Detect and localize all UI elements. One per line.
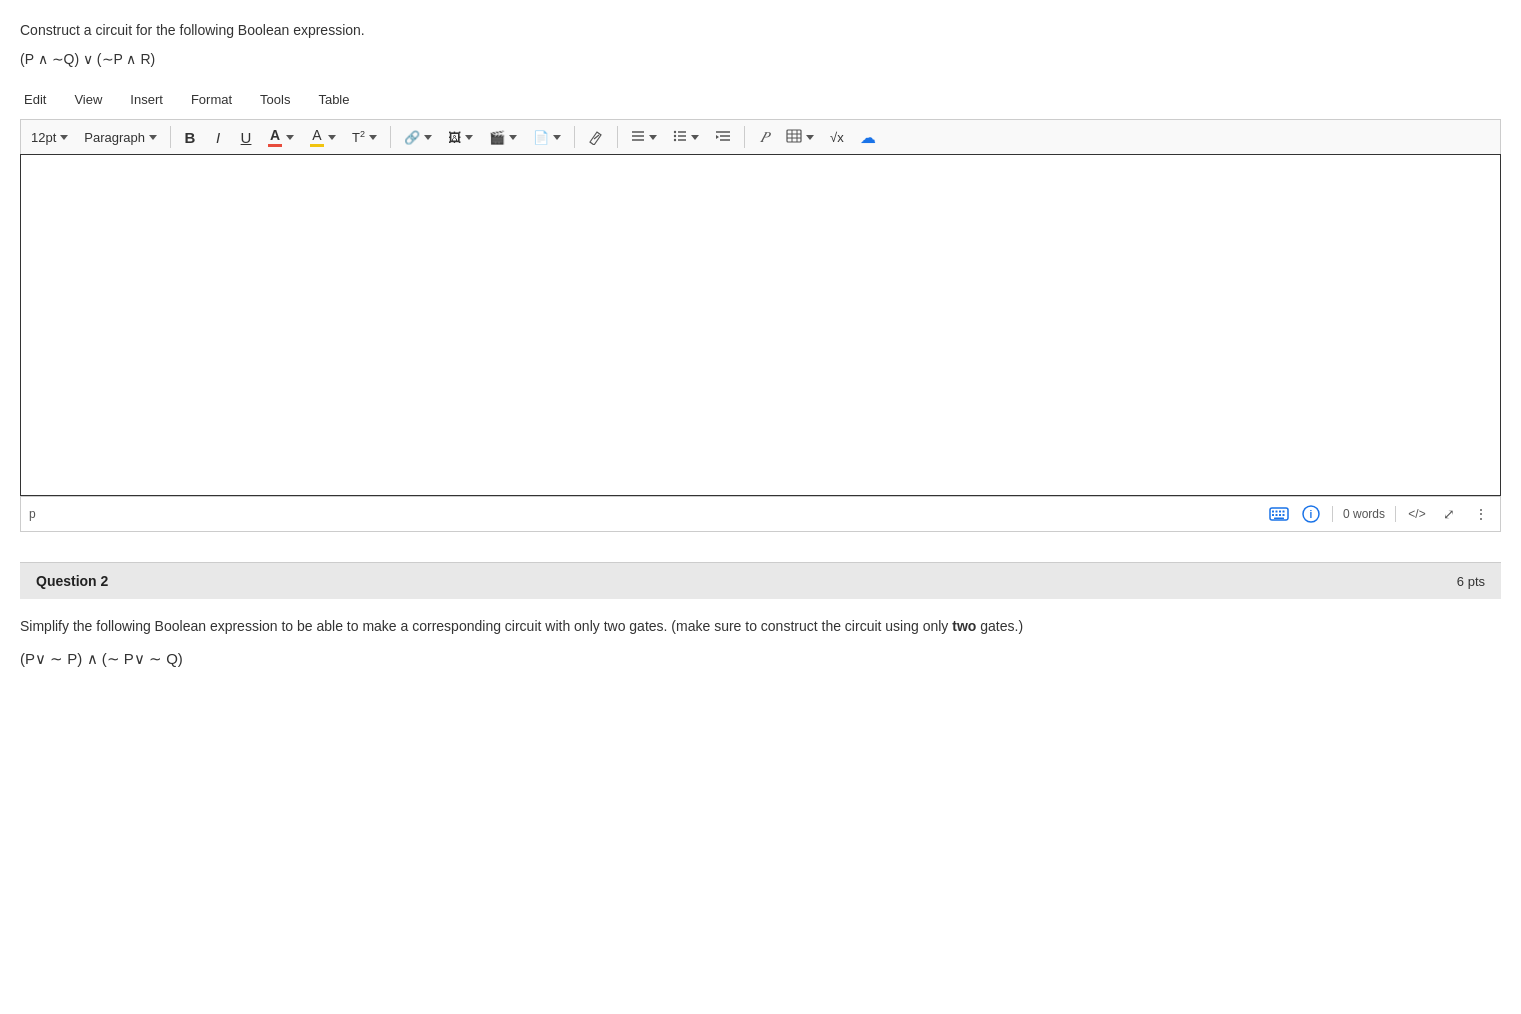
image-icon: 🖼 — [448, 130, 461, 145]
keyboard-icon[interactable] — [1268, 503, 1290, 525]
superscript-dropdown[interactable]: T2 — [346, 124, 383, 150]
underline-button[interactable]: U — [234, 124, 258, 150]
separator-4 — [617, 126, 618, 148]
italic-button[interactable]: I — [206, 124, 230, 150]
status-bar: p — [20, 496, 1501, 532]
element-tag: p — [29, 507, 36, 521]
media-dropdown[interactable]: 🎬 — [483, 124, 523, 150]
svg-point-8 — [674, 138, 676, 140]
menu-edit[interactable]: Edit — [20, 90, 50, 109]
font-size-chevron — [60, 135, 68, 140]
svg-rect-28 — [1274, 518, 1284, 520]
question2-title: Question 2 — [36, 573, 108, 589]
menu-view[interactable]: View — [70, 90, 106, 109]
question2-bold: two — [952, 618, 976, 634]
link-icon: 🔗 — [404, 130, 420, 145]
question2-pts: 6 pts — [1457, 574, 1485, 589]
eraser-icon — [588, 129, 604, 145]
bold-button[interactable]: B — [178, 124, 202, 150]
code-view-button[interactable]: </> — [1406, 503, 1428, 525]
status-right-group: i 0 words </> ⤢ ⋮ — [1268, 503, 1492, 525]
expand-button[interactable]: ⤢ — [1438, 503, 1460, 525]
word-count: 0 words — [1343, 507, 1385, 521]
paragraph-chevron — [149, 135, 157, 140]
question2-body: Simplify the following Boolean expressio… — [20, 599, 1501, 681]
italic2-button[interactable]: 𝑃 — [752, 124, 776, 150]
question2-header: Question 2 6 pts — [20, 563, 1501, 599]
svg-rect-23 — [1282, 511, 1284, 513]
indent-button[interactable] — [709, 124, 737, 150]
table-chevron — [806, 135, 814, 140]
menu-table[interactable]: Table — [314, 90, 353, 109]
font-size-value: 12pt — [31, 130, 56, 145]
question2-text: Simplify the following Boolean expressio… — [20, 618, 952, 634]
menu-insert[interactable]: Insert — [126, 90, 167, 109]
paragraph-dropdown[interactable]: Paragraph — [78, 124, 163, 150]
highlight-chevron — [328, 135, 336, 140]
image-chevron — [465, 135, 473, 140]
font-color-dropdown[interactable]: A — [262, 124, 300, 150]
svg-rect-24 — [1272, 514, 1274, 516]
link-chevron — [424, 135, 432, 140]
svg-rect-27 — [1282, 514, 1284, 516]
svg-point-4 — [674, 130, 676, 132]
svg-rect-21 — [1275, 511, 1277, 513]
question1-expression: (P ∧ ∼Q) ∨ (∼P ∧ R) — [20, 49, 1501, 70]
question1-instruction: Construct a circuit for the following Bo… — [20, 20, 1501, 41]
media-chevron — [509, 135, 517, 140]
image-dropdown[interactable]: 🖼 — [442, 124, 479, 150]
more-options-button[interactable]: ⋮ — [1470, 503, 1492, 525]
list-icon — [673, 129, 687, 146]
status-sep-1 — [1332, 506, 1333, 522]
cloud-button[interactable]: ☁ — [854, 124, 882, 150]
separator-5 — [744, 126, 745, 148]
separator-1 — [170, 126, 171, 148]
align-icon — [631, 129, 645, 146]
font-color-chevron — [286, 135, 294, 140]
list-chevron — [691, 135, 699, 140]
svg-rect-20 — [1272, 511, 1274, 513]
link-dropdown[interactable]: 🔗 — [398, 124, 438, 150]
list-dropdown[interactable] — [667, 124, 705, 150]
table-dropdown[interactable] — [780, 124, 820, 150]
sqrt-button[interactable]: √x — [824, 124, 850, 150]
file-icon: 📄 — [533, 130, 549, 145]
svg-rect-25 — [1275, 514, 1277, 516]
svg-marker-13 — [716, 135, 719, 139]
info-icon[interactable]: i — [1300, 503, 1322, 525]
file-dropdown[interactable]: 📄 — [527, 124, 567, 150]
status-sep-2 — [1395, 506, 1396, 522]
editor-area[interactable] — [21, 155, 1500, 495]
question2-text-end: gates.) — [976, 618, 1023, 634]
question2-expression: (P∨ ∼ P) ∧ (∼ P∨ ∼ Q) — [20, 647, 1501, 671]
superscript-label: T2 — [352, 129, 365, 145]
separator-3 — [574, 126, 575, 148]
svg-rect-14 — [787, 130, 801, 142]
superscript-chevron — [369, 135, 377, 140]
svg-rect-22 — [1279, 511, 1281, 513]
file-chevron — [553, 135, 561, 140]
align-chevron — [649, 135, 657, 140]
editor-wrapper — [20, 154, 1501, 496]
clear-formatting-button[interactable] — [582, 124, 610, 150]
svg-text:i: i — [1310, 509, 1313, 520]
table-icon — [786, 129, 802, 146]
align-dropdown[interactable] — [625, 124, 663, 150]
media-icon: 🎬 — [489, 130, 505, 145]
svg-rect-26 — [1279, 514, 1281, 516]
menu-tools[interactable]: Tools — [256, 90, 294, 109]
font-color-icon: A — [268, 127, 282, 147]
font-size-dropdown[interactable]: 12pt — [25, 124, 74, 150]
indent-icon — [715, 130, 731, 144]
highlight-dropdown[interactable]: A — [304, 124, 342, 150]
menu-format[interactable]: Format — [187, 90, 236, 109]
paragraph-label: Paragraph — [84, 130, 145, 145]
highlight-icon: A — [310, 127, 324, 147]
editor-toolbar: 12pt Paragraph B I U A A — [20, 119, 1501, 154]
menu-bar: Edit View Insert Format Tools Table — [20, 86, 1501, 113]
svg-point-6 — [674, 134, 676, 136]
separator-2 — [390, 126, 391, 148]
